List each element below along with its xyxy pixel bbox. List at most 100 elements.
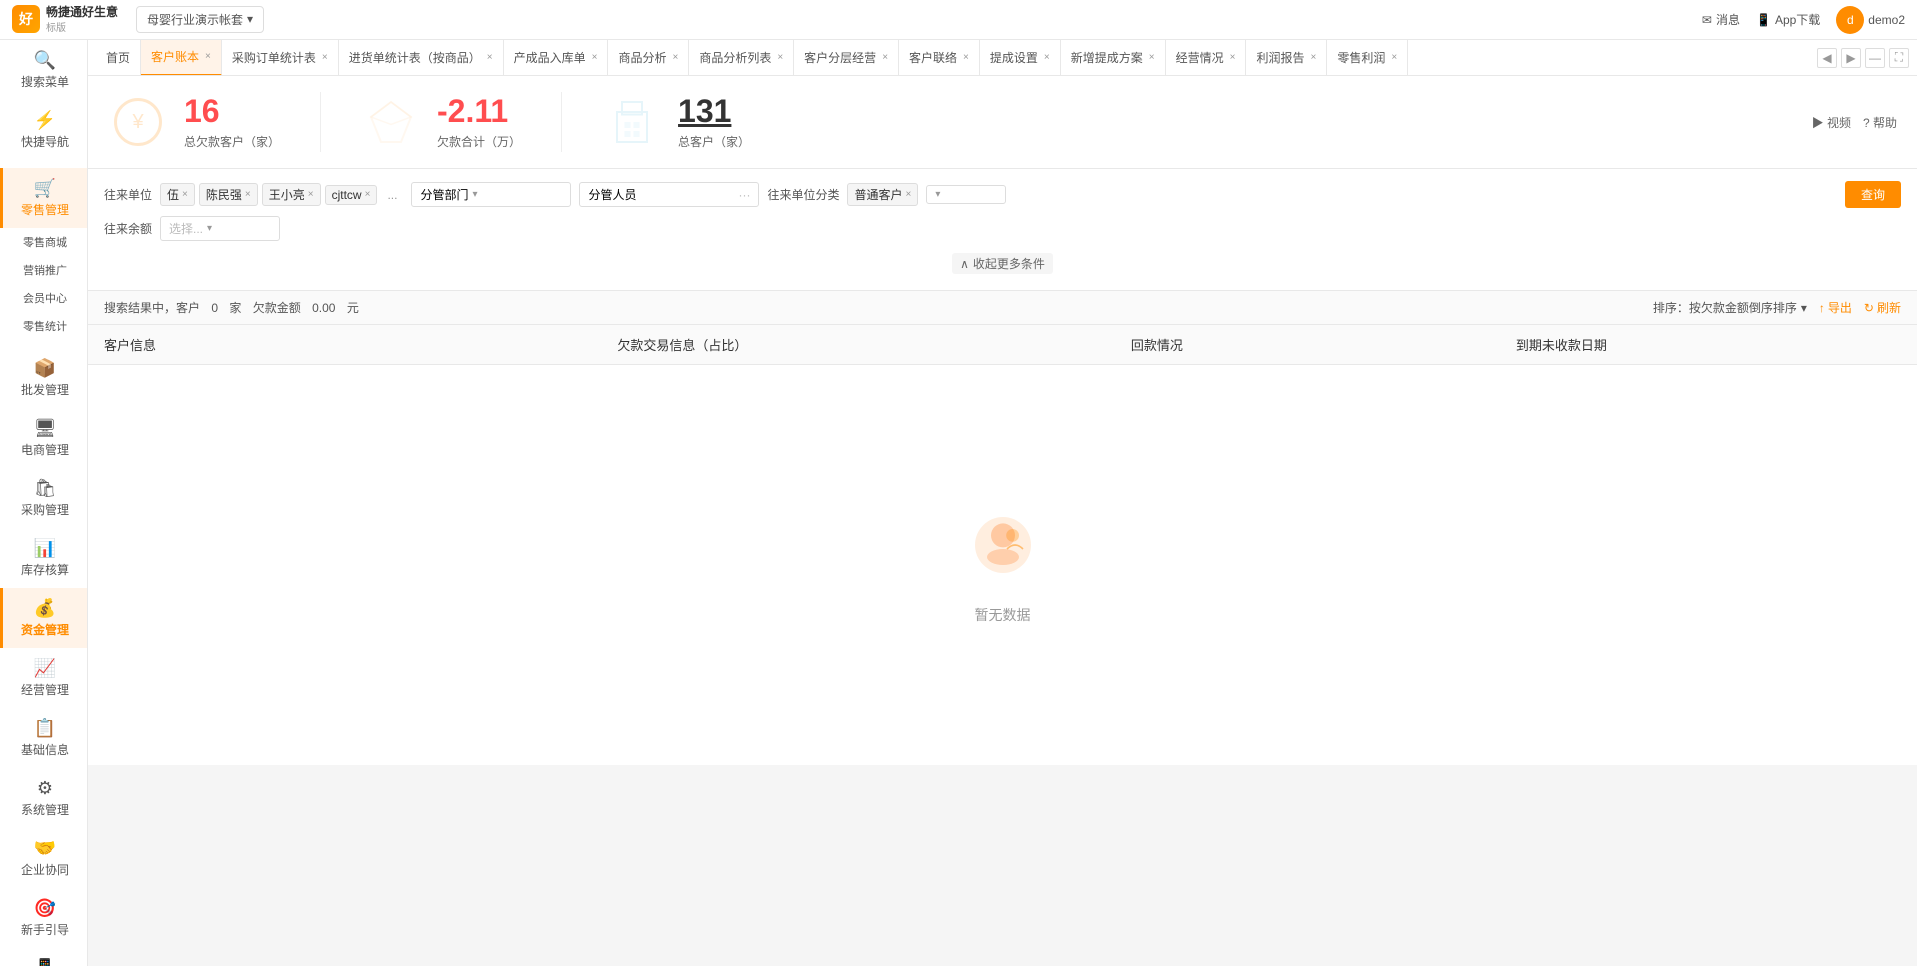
filter-person-input[interactable]: 分管人员 ···: [579, 182, 759, 207]
tab-close-6-icon[interactable]: ×: [777, 52, 783, 63]
filter-tag-more[interactable]: ...: [381, 186, 403, 204]
sidebar-item-app-center[interactable]: 📱 应用中心: [0, 948, 87, 966]
tab-close-2-icon[interactable]: ×: [322, 52, 328, 63]
tab-customer-segment[interactable]: 客户分层经营 ×: [794, 40, 899, 76]
filter-class-close[interactable]: ×: [905, 189, 911, 200]
sidebar-item-marketing[interactable]: 营销推广: [0, 256, 87, 284]
top-header: 好 畅捷通好生意 标版 母婴行业演示帐套 ▾ ✉ 消息 📱 App下载 d de…: [0, 0, 1917, 40]
tab-next-btn[interactable]: ▶: [1841, 48, 1861, 68]
tab-customer-ledger-label: 客户账本: [151, 48, 199, 65]
sidebar-item-basic-info[interactable]: 📋 基础信息: [0, 708, 87, 768]
filter-collapse[interactable]: ∧ 收起更多条件: [104, 249, 1901, 278]
sidebar-item-system[interactable]: ⚙ 系统管理: [0, 768, 87, 828]
tab-close-4-icon[interactable]: ×: [592, 52, 598, 63]
filter-tag-3-close[interactable]: ×: [365, 189, 371, 200]
tab-close-7-icon[interactable]: ×: [882, 52, 888, 63]
ecommerce-icon: 🖥: [11, 418, 79, 439]
tab-close-icon[interactable]: ×: [205, 51, 211, 62]
sidebar-item-purchase[interactable]: 🛍 采购管理: [0, 468, 87, 528]
sort-selector[interactable]: 排序：按欠款金额倒序排序 ▾: [1653, 299, 1807, 316]
filter-tag-2[interactable]: 王小亮 ×: [262, 183, 321, 206]
refresh-btn[interactable]: ↻ 刷新: [1864, 299, 1901, 316]
tab-close-10-icon[interactable]: ×: [1149, 52, 1155, 63]
filter-row-1: 往来单位 伍 × 陈民强 × 王小亮 ×: [104, 181, 1901, 208]
app-center-icon: 📱: [11, 958, 79, 966]
store-selector[interactable]: 母婴行业演示帐套 ▾: [136, 6, 264, 33]
filter-tag-2-close[interactable]: ×: [308, 189, 314, 200]
stat-card-amount: -2.11 欠款合计（万）: [321, 92, 562, 152]
help-icon: ?: [1863, 116, 1870, 130]
sidebar-item-collab-label: 企业协同: [11, 861, 79, 878]
tab-close-12-icon[interactable]: ×: [1310, 52, 1316, 63]
sidebar-item-search[interactable]: 🔍 搜索菜单: [0, 40, 87, 100]
app-download-action[interactable]: 📱 App下载: [1756, 11, 1820, 28]
user-action[interactable]: d demo2: [1836, 6, 1905, 34]
sidebar-item-ecommerce[interactable]: 🖥 电商管理: [0, 408, 87, 468]
sidebar-item-operations[interactable]: 📈 经营管理: [0, 648, 87, 708]
filter-class-tag[interactable]: 普通客户 ×: [847, 183, 918, 206]
sidebar-item-system-label: 系统管理: [11, 801, 79, 818]
filter-tag-0[interactable]: 伍 ×: [160, 183, 195, 206]
tab-stock-stats[interactable]: 进货单统计表（按商品） ×: [339, 40, 504, 76]
sidebar-item-guide-label: 新手引导: [11, 921, 79, 938]
tab-add-commission[interactable]: 新增提成方案 ×: [1061, 40, 1166, 76]
filter-tag-1-text: 陈民强: [206, 186, 242, 203]
filter-balance-input[interactable]: 选择... ▾: [160, 216, 280, 241]
filter-section: 往来单位 伍 × 陈民强 × 王小亮 ×: [88, 169, 1917, 291]
tab-close-11-icon[interactable]: ×: [1230, 52, 1236, 63]
tab-profit-report[interactable]: 利润报告 ×: [1246, 40, 1327, 76]
filter-tag-1[interactable]: 陈民强 ×: [199, 183, 258, 206]
tab-customer-ledger[interactable]: 客户账本 ×: [141, 40, 222, 76]
empty-state-icon: [963, 505, 1043, 585]
tab-close-5-icon[interactable]: ×: [672, 52, 678, 63]
query-button[interactable]: 查询: [1845, 181, 1901, 208]
message-action[interactable]: ✉ 消息: [1702, 11, 1740, 28]
filter-tag-1-close[interactable]: ×: [245, 189, 251, 200]
tab-retail-profit[interactable]: 零售利润 ×: [1327, 40, 1408, 76]
filter-person-dots: ···: [738, 188, 750, 202]
tab-purchase-order[interactable]: 采购订单统计表 ×: [222, 40, 339, 76]
help-doc-btn[interactable]: ? 帮助: [1863, 114, 1897, 131]
tab-prev-btn[interactable]: ◀: [1817, 48, 1837, 68]
tab-expand-btn[interactable]: ⛶: [1889, 48, 1909, 68]
table-body: 暂无数据: [88, 365, 1917, 765]
col-customer-info: 客户信息: [104, 335, 617, 354]
tab-home[interactable]: 首页: [96, 40, 141, 76]
tab-close-3-icon[interactable]: ×: [487, 52, 493, 63]
search-icon: 🔍: [11, 50, 79, 71]
sidebar-item-collab[interactable]: 🤝 企业协同: [0, 828, 87, 888]
tab-product-list[interactable]: 商品分析列表 ×: [689, 40, 794, 76]
sidebar-item-finance[interactable]: 💰 资金管理: [0, 588, 87, 648]
filter-tag-3[interactable]: cjttcw ×: [325, 185, 378, 205]
tab-operations[interactable]: 经营情况 ×: [1166, 40, 1247, 76]
tab-production-label: 产成品入库单: [514, 49, 586, 66]
sidebar-item-guide[interactable]: 🎯 新手引导: [0, 888, 87, 948]
filter-class-dropdown[interactable]: ▾: [926, 185, 1006, 204]
tab-product-analysis[interactable]: 商品分析 ×: [608, 40, 689, 76]
export-btn[interactable]: ↑ 导出: [1819, 299, 1852, 316]
tab-close-8-icon[interactable]: ×: [963, 52, 969, 63]
tab-operations-label: 经营情况: [1176, 49, 1224, 66]
tab-minimize-btn[interactable]: —: [1865, 48, 1885, 68]
help-video-btn[interactable]: ▶ 视频: [1812, 114, 1851, 131]
filter-dept-input[interactable]: 分管部门 ▾: [411, 182, 571, 207]
sidebar-item-retail-mall[interactable]: 零售商城: [0, 228, 87, 256]
tab-customer-contact[interactable]: 客户联络 ×: [899, 40, 980, 76]
filter-tag-3-text: cjttcw: [332, 188, 362, 202]
result-actions: 排序：按欠款金额倒序排序 ▾ ↑ 导出 ↻ 刷新: [1653, 299, 1901, 316]
tab-close-9-icon[interactable]: ×: [1044, 52, 1050, 63]
sidebar-item-retail-stats[interactable]: 零售统计: [0, 312, 87, 340]
filter-collapse-btn[interactable]: ∧ 收起更多条件: [952, 253, 1053, 274]
sidebar-item-retail[interactable]: 🛒 零售管理: [0, 168, 87, 228]
sidebar-item-nav[interactable]: ⚡ 快捷导航: [0, 100, 87, 160]
sidebar-item-wholesale[interactable]: 📦 批发管理: [0, 348, 87, 408]
tab-close-13-icon[interactable]: ×: [1391, 52, 1397, 63]
sidebar-item-member[interactable]: 会员中心: [0, 284, 87, 312]
filter-tag-0-close[interactable]: ×: [182, 189, 188, 200]
filter-person-placeholder: 分管人员: [588, 186, 636, 203]
tab-commission-settings[interactable]: 提成设置 ×: [980, 40, 1061, 76]
result-prefix: 搜索结果中，客户: [104, 301, 200, 315]
sidebar-item-inventory[interactable]: 📊 库存核算: [0, 528, 87, 588]
tab-customer-contact-label: 客户联络: [909, 49, 957, 66]
tab-production[interactable]: 产成品入库单 ×: [504, 40, 609, 76]
